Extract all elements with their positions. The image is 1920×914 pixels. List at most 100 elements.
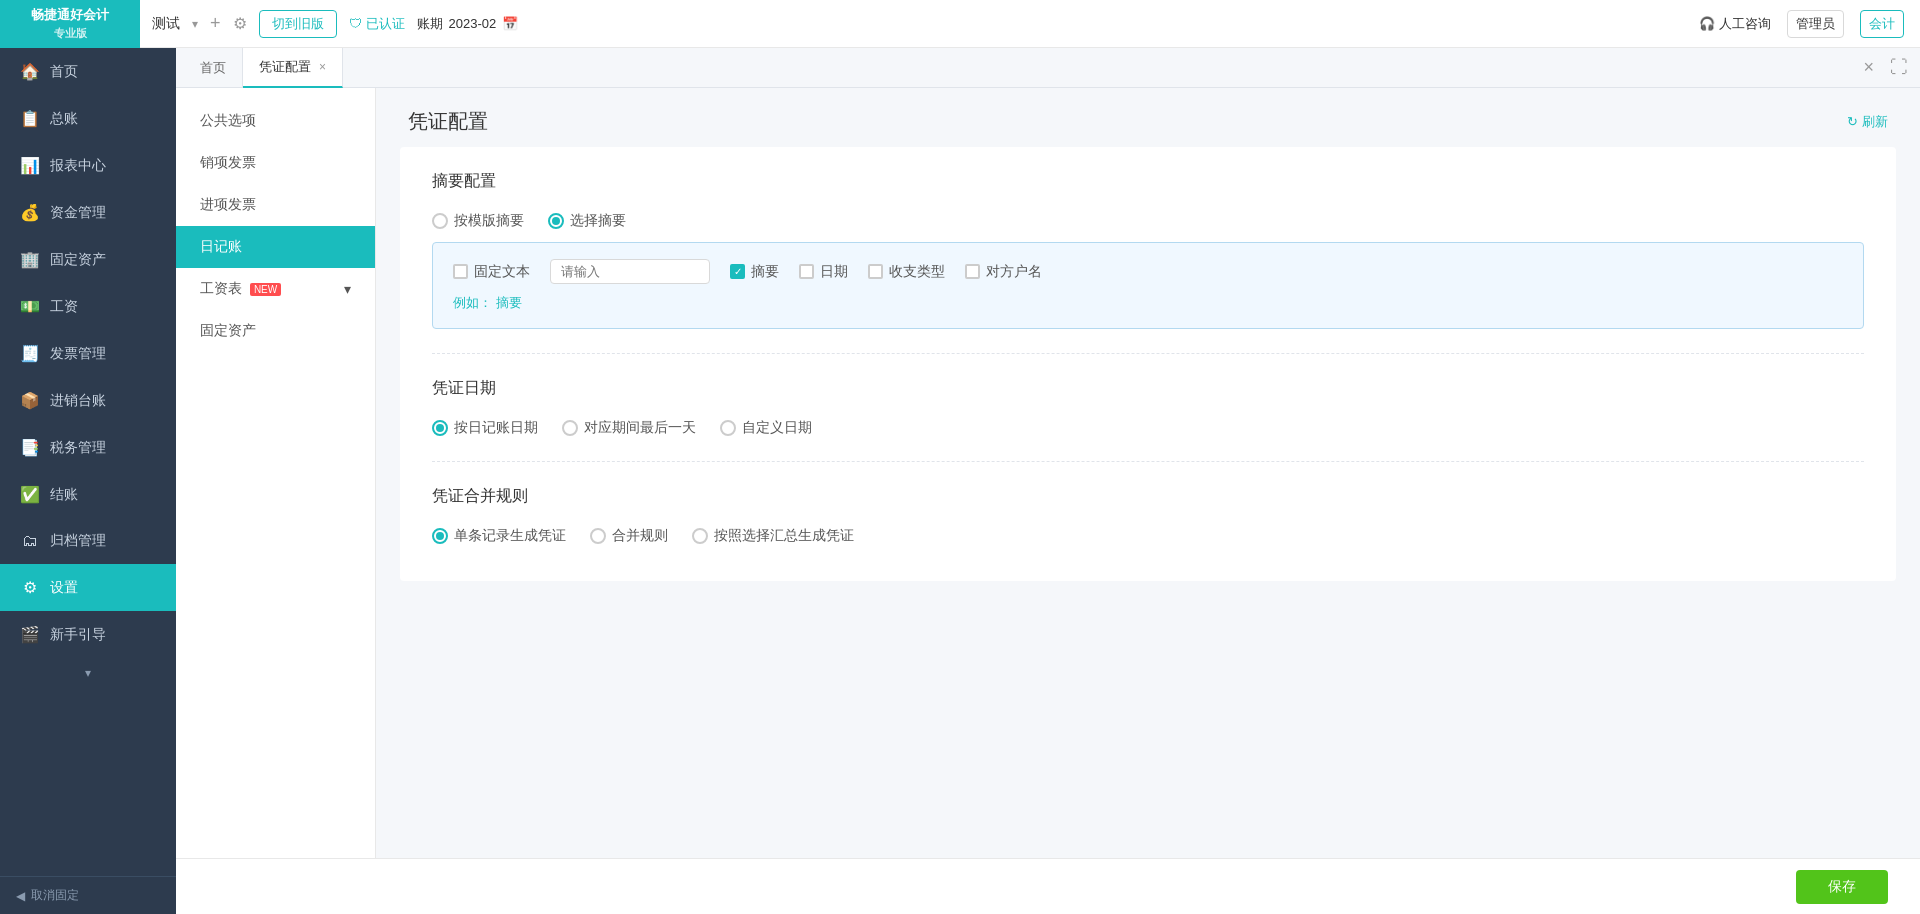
page-header: 凭证配置 ↻ 刷新 bbox=[376, 88, 1920, 147]
project-dropdown-icon[interactable]: ▾ bbox=[192, 17, 198, 31]
topbar-right: 🎧 人工咨询 管理员 会计 bbox=[1699, 10, 1904, 38]
ledger-icon: 📋 bbox=[20, 109, 40, 128]
sidebar-item-label: 进销台账 bbox=[50, 392, 106, 410]
radio-single-circle bbox=[432, 528, 448, 544]
admin-button[interactable]: 管理员 bbox=[1787, 10, 1844, 38]
tab-expand-button[interactable]: ⛶ bbox=[1886, 53, 1912, 82]
tab-bar: 首页 凭证配置 × × ⛶ bbox=[176, 48, 1920, 88]
tax-icon: 📑 bbox=[20, 438, 40, 457]
left-nav-salary[interactable]: 工资表 NEW ▾ bbox=[176, 268, 375, 310]
summary-radio-template[interactable]: 按模版摘要 bbox=[432, 212, 524, 230]
example-text: 例如： 摘要 bbox=[453, 294, 1843, 312]
sidebar-item-salary[interactable]: 💵 工资 bbox=[0, 283, 176, 330]
left-nav-salary-row: 工资表 NEW ▾ bbox=[200, 280, 351, 298]
capital-icon: 💰 bbox=[20, 203, 40, 222]
checkbox-counterparty[interactable]: 对方户名 bbox=[965, 263, 1042, 281]
left-nav-fixed-assets[interactable]: 固定资产 bbox=[176, 310, 375, 352]
refresh-icon: ↻ bbox=[1847, 114, 1858, 129]
project-name: 测试 bbox=[152, 15, 180, 33]
page-content: 公共选项 销项发票 进项发票 日记账 工资表 NEW bbox=[176, 88, 1920, 858]
sidebar-item-label: 固定资产 bbox=[50, 251, 106, 269]
content-area: 首页 凭证配置 × × ⛶ 公共选项 销项发票 进项发 bbox=[176, 48, 1920, 914]
settings-gear-icon[interactable]: ⚙ bbox=[233, 14, 247, 33]
tab-close-icon[interactable]: × bbox=[319, 60, 326, 74]
sidebar-scroll-down[interactable]: ▾ bbox=[0, 658, 176, 688]
save-button[interactable]: 保存 bbox=[1796, 870, 1888, 904]
radio-journal-circle bbox=[432, 420, 448, 436]
fixed-text-input[interactable] bbox=[550, 259, 710, 284]
sidebar-item-settings[interactable]: ⚙ 设置 bbox=[0, 564, 176, 611]
sidebar-item-label: 发票管理 bbox=[50, 345, 106, 363]
add-project-icon[interactable]: + bbox=[210, 13, 221, 34]
sidebar-item-home[interactable]: 🏠 首页 bbox=[0, 48, 176, 95]
headset-icon: 🎧 bbox=[1699, 16, 1715, 31]
sidebar-item-ledger[interactable]: 📋 总账 bbox=[0, 95, 176, 142]
chevron-down-icon: ▾ bbox=[344, 281, 351, 297]
merge-section-title: 凭证合并规则 bbox=[432, 486, 1864, 507]
checkout-icon: ✅ bbox=[20, 485, 40, 504]
sidebar-item-label: 首页 bbox=[50, 63, 78, 81]
summary-radio-select[interactable]: 选择摘要 bbox=[548, 212, 626, 230]
sidebar-item-reports[interactable]: 📊 报表中心 bbox=[0, 142, 176, 189]
date-radio-journal[interactable]: 按日记账日期 bbox=[432, 419, 538, 437]
sidebar-item-label: 结账 bbox=[50, 486, 78, 504]
sidebar-item-archive[interactable]: 🗂 归档管理 bbox=[0, 518, 176, 564]
sidebar-item-invoice[interactable]: 🧾 发票管理 bbox=[0, 330, 176, 377]
switch-old-version-button[interactable]: 切到旧版 bbox=[259, 10, 337, 38]
sidebar-item-sales-ledger[interactable]: 📦 进销台账 bbox=[0, 377, 176, 424]
date-radio-last-day[interactable]: 对应期间最后一天 bbox=[562, 419, 696, 437]
bottom-bar: 保存 bbox=[176, 858, 1920, 914]
checkbox-payment-type[interactable]: 收支类型 bbox=[868, 263, 945, 281]
sidebar-item-label: 资金管理 bbox=[50, 204, 106, 222]
summary-config-box: 固定文本 摘要 日期 bbox=[432, 242, 1864, 329]
sales-ledger-icon: 📦 bbox=[20, 391, 40, 410]
tab-actions: × ⛶ bbox=[1859, 53, 1912, 82]
sidebar-item-checkout[interactable]: ✅ 结账 bbox=[0, 471, 176, 518]
logo-main: 畅捷通好会计 bbox=[31, 6, 109, 24]
checkbox-date[interactable]: 日期 bbox=[799, 263, 848, 281]
refresh-button[interactable]: ↻ 刷新 bbox=[1847, 113, 1888, 131]
fixed-assets-icon: 🏢 bbox=[20, 250, 40, 269]
tab-home[interactable]: 首页 bbox=[184, 48, 243, 88]
left-nav-sales-invoice[interactable]: 销项发票 bbox=[176, 142, 375, 184]
checkbox-summary-box bbox=[730, 264, 745, 279]
date-section-title: 凭证日期 bbox=[432, 378, 1864, 399]
consult-button[interactable]: 🎧 人工咨询 bbox=[1699, 15, 1771, 33]
sidebar-item-label: 新手引导 bbox=[50, 626, 106, 644]
checkbox-date-box bbox=[799, 264, 814, 279]
merge-radio-single[interactable]: 单条记录生成凭证 bbox=[432, 527, 566, 545]
checkbox-counterparty-box bbox=[965, 264, 980, 279]
merge-radio-summary[interactable]: 按照选择汇总生成凭证 bbox=[692, 527, 854, 545]
checkbox-fixed-text-box bbox=[453, 264, 468, 279]
sidebar-item-capital[interactable]: 💰 资金管理 bbox=[0, 189, 176, 236]
radio-custom-circle bbox=[720, 420, 736, 436]
cancel-fixed-button[interactable]: ◀ 取消固定 bbox=[0, 876, 176, 914]
sidebar-item-label: 总账 bbox=[50, 110, 78, 128]
left-nav-public[interactable]: 公共选项 bbox=[176, 100, 375, 142]
tab-voucher-config[interactable]: 凭证配置 × bbox=[243, 48, 343, 88]
summary-config-section: 摘要配置 按模版摘要 选择摘要 bbox=[400, 147, 1896, 581]
radio-summary-circle bbox=[692, 528, 708, 544]
radio-template-circle bbox=[432, 213, 448, 229]
checkbox-summary[interactable]: 摘要 bbox=[730, 263, 779, 281]
tab-close-button[interactable]: × bbox=[1859, 53, 1878, 82]
sidebar-item-label: 报表中心 bbox=[50, 157, 106, 175]
divider-2 bbox=[432, 461, 1864, 462]
sidebar-item-label: 工资 bbox=[50, 298, 78, 316]
period-display: 账期 2023-02 📅 bbox=[417, 15, 519, 33]
main-layout: 🏠 首页 📋 总账 📊 报表中心 💰 资金管理 🏢 固定资产 💵 工资 🧾 发票… bbox=[0, 48, 1920, 914]
checkbox-fixed-text[interactable]: 固定文本 bbox=[453, 263, 530, 281]
merge-radio-rule[interactable]: 合并规则 bbox=[590, 527, 668, 545]
sidebar: 🏠 首页 📋 总账 📊 报表中心 💰 资金管理 🏢 固定资产 💵 工资 🧾 发票… bbox=[0, 48, 176, 914]
accountant-button[interactable]: 会计 bbox=[1860, 10, 1904, 38]
new-badge: NEW bbox=[250, 283, 281, 296]
date-radio-custom[interactable]: 自定义日期 bbox=[720, 419, 812, 437]
guide-icon: 🎬 bbox=[20, 625, 40, 644]
left-nav-journal[interactable]: 日记账 bbox=[176, 226, 375, 268]
sidebar-item-fixed-assets[interactable]: 🏢 固定资产 bbox=[0, 236, 176, 283]
sidebar-item-guide[interactable]: 🎬 新手引导 bbox=[0, 611, 176, 658]
calendar-icon[interactable]: 📅 bbox=[502, 16, 518, 31]
merge-radio-group: 单条记录生成凭证 合并规则 按照选择汇总生成凭证 bbox=[432, 527, 1864, 545]
left-nav-purchase-invoice[interactable]: 进项发票 bbox=[176, 184, 375, 226]
sidebar-item-tax[interactable]: 📑 税务管理 bbox=[0, 424, 176, 471]
